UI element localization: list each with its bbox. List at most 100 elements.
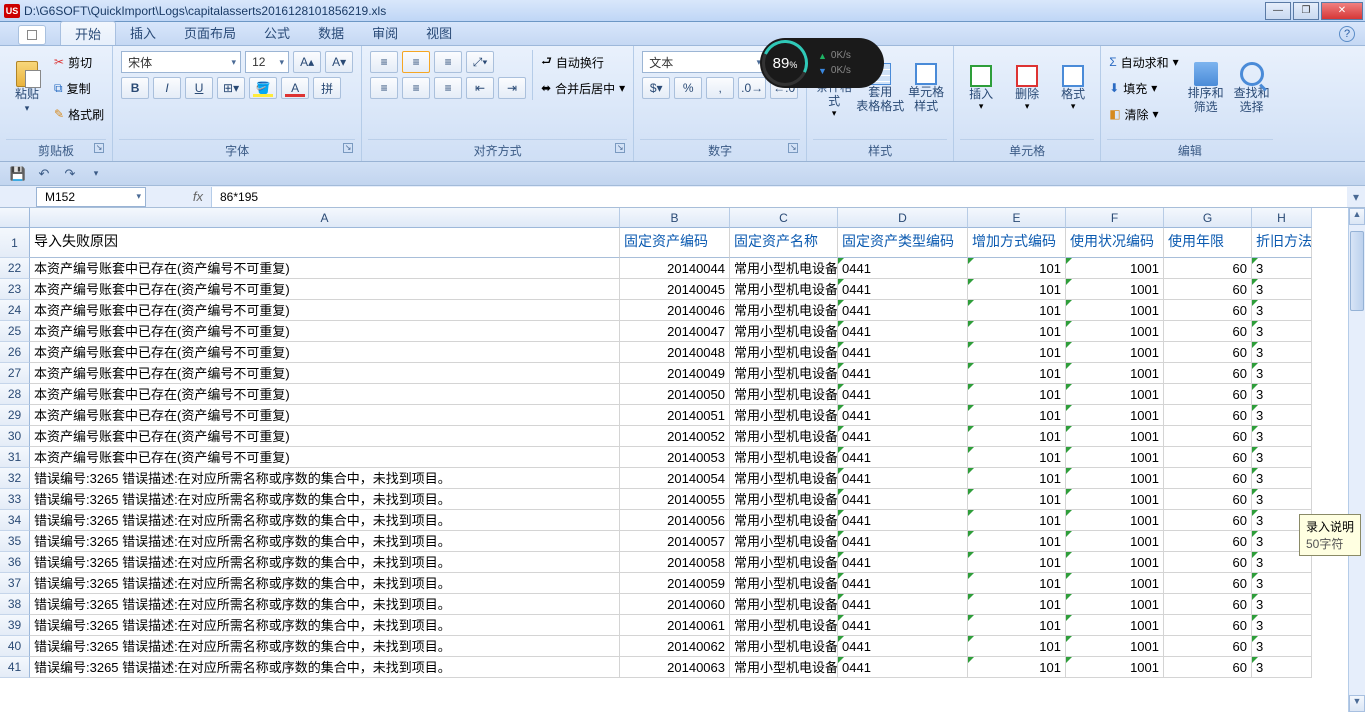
row-header[interactable]: 41 — [0, 657, 30, 678]
cell[interactable]: 3 — [1252, 363, 1312, 384]
font-size-combo[interactable]: 12 — [245, 51, 289, 73]
cell[interactable]: 20140051 — [620, 405, 730, 426]
row-header[interactable]: 38 — [0, 594, 30, 615]
cell[interactable]: 1001 — [1066, 657, 1164, 678]
header-cell[interactable]: 使用状况编码 — [1066, 228, 1164, 258]
cell[interactable]: 101 — [968, 258, 1066, 279]
indent-inc-button[interactable]: ⇥ — [498, 77, 526, 99]
cell[interactable]: 20140059 — [620, 573, 730, 594]
cell[interactable]: 0441 — [838, 636, 968, 657]
header-cell[interactable]: 固定资产编码 — [620, 228, 730, 258]
cell[interactable]: 3 — [1252, 594, 1312, 615]
cell[interactable]: 101 — [968, 447, 1066, 468]
clear-button[interactable]: ◧ 清除 ▾ — [1107, 102, 1180, 126]
cell[interactable]: 0441 — [838, 510, 968, 531]
cell[interactable]: 错误编号:3265 错误描述:在对应所需名称或序数的集合中，未找到项目。 — [30, 489, 620, 510]
border-button[interactable]: ⊞▾ — [217, 77, 245, 99]
cell[interactable]: 错误编号:3265 错误描述:在对应所需名称或序数的集合中，未找到项目。 — [30, 552, 620, 573]
cell[interactable]: 1001 — [1066, 258, 1164, 279]
row-header[interactable]: 40 — [0, 636, 30, 657]
help-button[interactable]: ? — [1339, 26, 1355, 42]
sort-filter-button[interactable]: 排序和 筛选 — [1185, 50, 1227, 126]
cell[interactable]: 3 — [1252, 447, 1312, 468]
cell[interactable]: 101 — [968, 363, 1066, 384]
cell[interactable]: 20140046 — [620, 300, 730, 321]
cell[interactable]: 20140054 — [620, 468, 730, 489]
header-cell[interactable]: 固定资产名称 — [730, 228, 838, 258]
header-cell[interactable]: 导入失败原因 — [30, 228, 620, 258]
row-header[interactable]: 24 — [0, 300, 30, 321]
select-all-corner[interactable] — [0, 208, 30, 228]
cell[interactable]: 101 — [968, 615, 1066, 636]
redo-button[interactable]: ↷ — [60, 165, 80, 183]
cell[interactable]: 20140049 — [620, 363, 730, 384]
formula-input[interactable] — [212, 187, 1347, 207]
cell[interactable]: 常用小型机电设备 — [730, 342, 838, 363]
cell[interactable]: 101 — [968, 489, 1066, 510]
cell[interactable]: 1001 — [1066, 405, 1164, 426]
increase-font-button[interactable]: A▴ — [293, 51, 321, 73]
qat-customize-button[interactable]: ▾ — [86, 165, 106, 183]
row-header[interactable]: 26 — [0, 342, 30, 363]
cell[interactable]: 60 — [1164, 342, 1252, 363]
autosum-button[interactable]: Σ 自动求和 ▾ — [1107, 50, 1180, 74]
scroll-thumb[interactable] — [1350, 231, 1364, 311]
cell[interactable]: 常用小型机电设备 — [730, 573, 838, 594]
cell[interactable]: 101 — [968, 636, 1066, 657]
cell[interactable]: 1001 — [1066, 489, 1164, 510]
cell[interactable]: 60 — [1164, 657, 1252, 678]
cell[interactable]: 常用小型机电设备 — [730, 405, 838, 426]
cell[interactable]: 0441 — [838, 384, 968, 405]
cell[interactable]: 常用小型机电设备 — [730, 552, 838, 573]
format-cells-button[interactable]: 格式▾ — [1052, 50, 1094, 126]
cell[interactable]: 常用小型机电设备 — [730, 300, 838, 321]
cell[interactable]: 本资产编号账套中已存在(资产编号不可重复) — [30, 363, 620, 384]
cell[interactable]: 20140056 — [620, 510, 730, 531]
cell[interactable]: 错误编号:3265 错误描述:在对应所需名称或序数的集合中，未找到项目。 — [30, 531, 620, 552]
cell[interactable]: 60 — [1164, 615, 1252, 636]
cell[interactable]: 60 — [1164, 594, 1252, 615]
cell[interactable]: 60 — [1164, 279, 1252, 300]
fill-button[interactable]: ⬇ 填充 ▾ — [1107, 76, 1180, 100]
cell[interactable]: 3 — [1252, 636, 1312, 657]
paste-button[interactable]: 粘贴 ▾ — [6, 50, 48, 126]
row-header[interactable]: 35 — [0, 531, 30, 552]
row-header[interactable]: 31 — [0, 447, 30, 468]
row-header[interactable]: 39 — [0, 615, 30, 636]
cell[interactable]: 1001 — [1066, 342, 1164, 363]
decrease-font-button[interactable]: A▾ — [325, 51, 353, 73]
cell[interactable]: 本资产编号账套中已存在(资产编号不可重复) — [30, 300, 620, 321]
cell[interactable]: 1001 — [1066, 594, 1164, 615]
column-header-D[interactable]: D — [838, 208, 968, 228]
cell[interactable]: 20140050 — [620, 384, 730, 405]
cell[interactable]: 101 — [968, 573, 1066, 594]
row-header[interactable]: 22 — [0, 258, 30, 279]
phonetic-button[interactable]: 拼 — [313, 77, 341, 99]
cell[interactable]: 20140058 — [620, 552, 730, 573]
row-header[interactable]: 25 — [0, 321, 30, 342]
row-header[interactable]: 34 — [0, 510, 30, 531]
expand-formula-bar-button[interactable]: ▾ — [1347, 190, 1365, 204]
cell[interactable]: 1001 — [1066, 615, 1164, 636]
cell[interactable]: 1001 — [1066, 384, 1164, 405]
cell[interactable]: 0441 — [838, 279, 968, 300]
cell[interactable]: 101 — [968, 468, 1066, 489]
cell[interactable]: 常用小型机电设备 — [730, 384, 838, 405]
cell[interactable]: 本资产编号账套中已存在(资产编号不可重复) — [30, 384, 620, 405]
file-button[interactable] — [18, 25, 46, 45]
cell[interactable]: 常用小型机电设备 — [730, 615, 838, 636]
cell[interactable]: 3 — [1252, 258, 1312, 279]
column-header-F[interactable]: F — [1066, 208, 1164, 228]
cell[interactable]: 错误编号:3265 错误描述:在对应所需名称或序数的集合中，未找到项目。 — [30, 468, 620, 489]
row-header[interactable]: 23 — [0, 279, 30, 300]
cell[interactable]: 1001 — [1066, 573, 1164, 594]
cell[interactable]: 101 — [968, 279, 1066, 300]
cell[interactable]: 本资产编号账套中已存在(资产编号不可重复) — [30, 405, 620, 426]
cell[interactable]: 错误编号:3265 错误描述:在对应所需名称或序数的集合中，未找到项目。 — [30, 510, 620, 531]
cell[interactable]: 101 — [968, 531, 1066, 552]
cell[interactable]: 常用小型机电设备 — [730, 279, 838, 300]
ribbon-tab-3[interactable]: 公式 — [250, 21, 304, 45]
cell[interactable]: 常用小型机电设备 — [730, 510, 838, 531]
undo-button[interactable]: ↶ — [34, 165, 54, 183]
cell[interactable]: 1001 — [1066, 447, 1164, 468]
